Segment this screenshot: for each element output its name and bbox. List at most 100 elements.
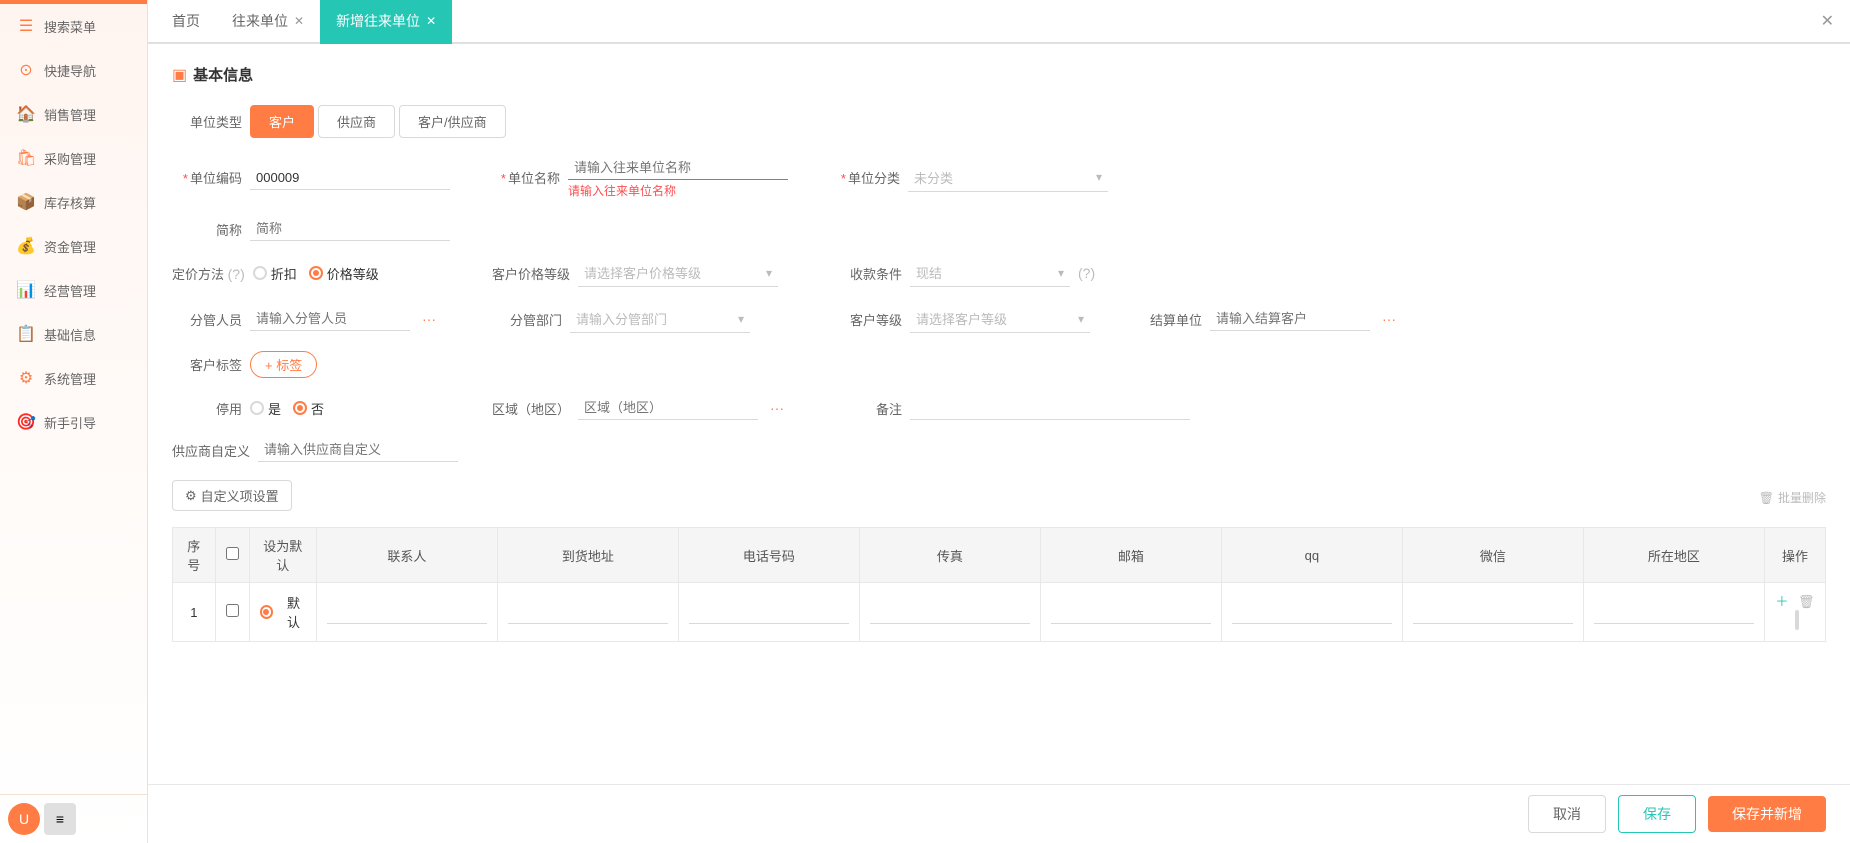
pricing-radio-level[interactable]: 价格等级 [309,264,379,283]
custom-settings-btn[interactable]: ⚙ 自定义项设置 [172,480,292,511]
sidebar-label-operations: 经营管理 [44,281,96,300]
tab-home[interactable]: 首页 [156,0,216,44]
supplier-custom-input[interactable] [258,438,458,462]
add-tag-btn[interactable]: + 标签 [250,351,317,378]
sidebar: ☰ 搜索菜单 ⊙ 快捷导航 🏠 销售管理 🛍 采购管理 📦 库存核算 💰 资金管… [0,0,148,843]
supplier-custom-row: 供应商自定义 [172,438,1826,462]
contact-input[interactable] [327,600,487,624]
yes-radio [250,401,264,415]
save-new-button[interactable]: 保存并新增 [1708,796,1826,832]
batch-delete-btn[interactable]: 🗑 批量删除 [1759,489,1826,506]
add-row-btn[interactable]: ＋ [1775,594,1788,609]
row-address[interactable] [497,583,678,642]
row-qq[interactable] [1221,583,1402,642]
col-region: 所在地区 [1583,528,1764,583]
sidebar-item-basic-info[interactable]: 📋 基础信息 [0,312,147,356]
abbr-input[interactable] [250,217,450,241]
row-fax[interactable] [859,583,1040,642]
sidebar-item-inventory[interactable]: 📦 库存核算 [0,180,147,224]
row-wechat[interactable] [1402,583,1583,642]
contact-table: 序号 设为默认 联系人 到货地址 电话号码 传真 邮箱 qq 微信 所在地区 操… [172,527,1826,642]
customer-price-select[interactable]: 请选择客户价格等级 ▾ [578,259,778,287]
region-more-btn[interactable]: ··· [766,400,788,416]
sidebar-bottom: U ≡ [0,794,147,843]
avatar[interactable]: U [8,803,40,835]
unit-type-both[interactable]: 客户/供应商 [399,105,506,138]
tab-new-partner[interactable]: 新增往来单位 ✕ [320,0,452,44]
guide-icon: 🎯 [16,412,36,432]
row-default: 默认 [249,583,316,642]
section-icon: ▣ [172,65,187,85]
wechat-input[interactable] [1413,600,1573,624]
sidebar-label-sales: 销售管理 [44,105,96,124]
settings-gear-icon: ⚙ [185,488,197,504]
dept-select[interactable]: 请输入分管部门 ▾ [570,305,750,333]
row-phone[interactable] [678,583,859,642]
settings-icon[interactable]: ≡ [44,803,76,835]
tab-partners[interactable]: 往来单位 ✕ [216,0,320,44]
sidebar-label-system: 系统管理 [44,369,96,388]
code-name-category-row: *单位编码 *单位名称 请输入往来单位名称 *单位分类 未分类 [172,156,1826,199]
pricing-help-icon[interactable]: (?) [228,266,245,282]
remarks-input[interactable] [910,396,1190,420]
no-radio [293,401,307,415]
unit-type-item: 单位类型 客户 供应商 客户/供应商 [172,105,1826,138]
address-input[interactable] [508,600,668,624]
remarks-label: 备注 [832,399,902,418]
code-input[interactable] [250,166,450,190]
settlement-more-btn[interactable]: ··· [1378,311,1400,327]
region-item: 区域（地区） ··· [492,396,792,420]
col-fax: 传真 [859,528,1040,583]
select-all-checkbox[interactable] [226,547,239,560]
row-contact[interactable] [316,583,497,642]
col-phone: 电话号码 [678,528,859,583]
phone-input[interactable] [689,600,849,624]
unit-type-customer[interactable]: 客户 [250,105,314,138]
close-partners-tab[interactable]: ✕ [294,14,304,28]
row-seq: 1 [173,583,216,642]
disabled-yes[interactable]: 是 [250,399,281,418]
sidebar-item-sales[interactable]: 🏠 销售管理 [0,92,147,136]
drag-handle[interactable] [1795,610,1799,630]
bag-icon: 🛍 [16,148,36,168]
name-input[interactable] [568,156,788,180]
region-input[interactable] [578,396,758,420]
manager-more-btn[interactable]: ··· [418,311,440,327]
tab-bar: 首页 往来单位 ✕ 新增往来单位 ✕ ✕ [148,0,1850,44]
main-area: 首页 往来单位 ✕ 新增往来单位 ✕ ✕ ▣ 基本信息 单位类型 客户 供应商 [148,0,1850,843]
sidebar-item-search[interactable]: ☰ 搜索菜单 [0,4,147,48]
qq-input[interactable] [1232,600,1392,624]
unit-type-label: 单位类型 [172,112,242,131]
payment-select[interactable]: 现结 ▾ [910,259,1070,287]
customer-level-select[interactable]: 请选择客户等级 ▾ [910,305,1090,333]
unit-type-supplier[interactable]: 供应商 [318,105,395,138]
close-all-tabs[interactable]: ✕ [1813,11,1842,31]
row-region[interactable] [1583,583,1764,642]
name-item: *单位名称 请输入往来单位名称 [490,156,790,199]
settlement-input[interactable] [1210,307,1370,331]
category-select[interactable]: 未分类 ▾ [908,164,1108,192]
dept-item: 分管部门 请输入分管部门 ▾ [492,305,792,333]
pricing-radio-discount[interactable]: 折扣 [253,264,297,283]
sidebar-item-quick-nav[interactable]: ⊙ 快捷导航 [0,48,147,92]
row-checkbox[interactable] [226,604,239,617]
sidebar-item-system[interactable]: ⚙ 系统管理 [0,356,147,400]
sidebar-item-guide[interactable]: 🎯 新手引导 [0,400,147,444]
category-label: *单位分类 [830,168,900,187]
fax-input[interactable] [870,600,1030,624]
close-new-partner-tab[interactable]: ✕ [426,14,436,28]
sidebar-item-operations[interactable]: 📊 经营管理 [0,268,147,312]
row-check[interactable] [215,583,249,642]
col-check [215,528,249,583]
sidebar-item-purchase[interactable]: 🛍 采购管理 [0,136,147,180]
email-input[interactable] [1051,600,1211,624]
delete-row-btn[interactable]: 🗑 [1798,594,1815,609]
row-region-input[interactable] [1594,600,1754,624]
sidebar-item-finance[interactable]: 💰 资金管理 [0,224,147,268]
cancel-button[interactable]: 取消 [1528,795,1606,833]
save-button[interactable]: 保存 [1618,795,1696,833]
row-email[interactable] [1040,583,1221,642]
disabled-no[interactable]: 否 [293,399,324,418]
payment-help-icon[interactable]: (?) [1078,265,1095,281]
manager-input[interactable] [250,307,410,331]
